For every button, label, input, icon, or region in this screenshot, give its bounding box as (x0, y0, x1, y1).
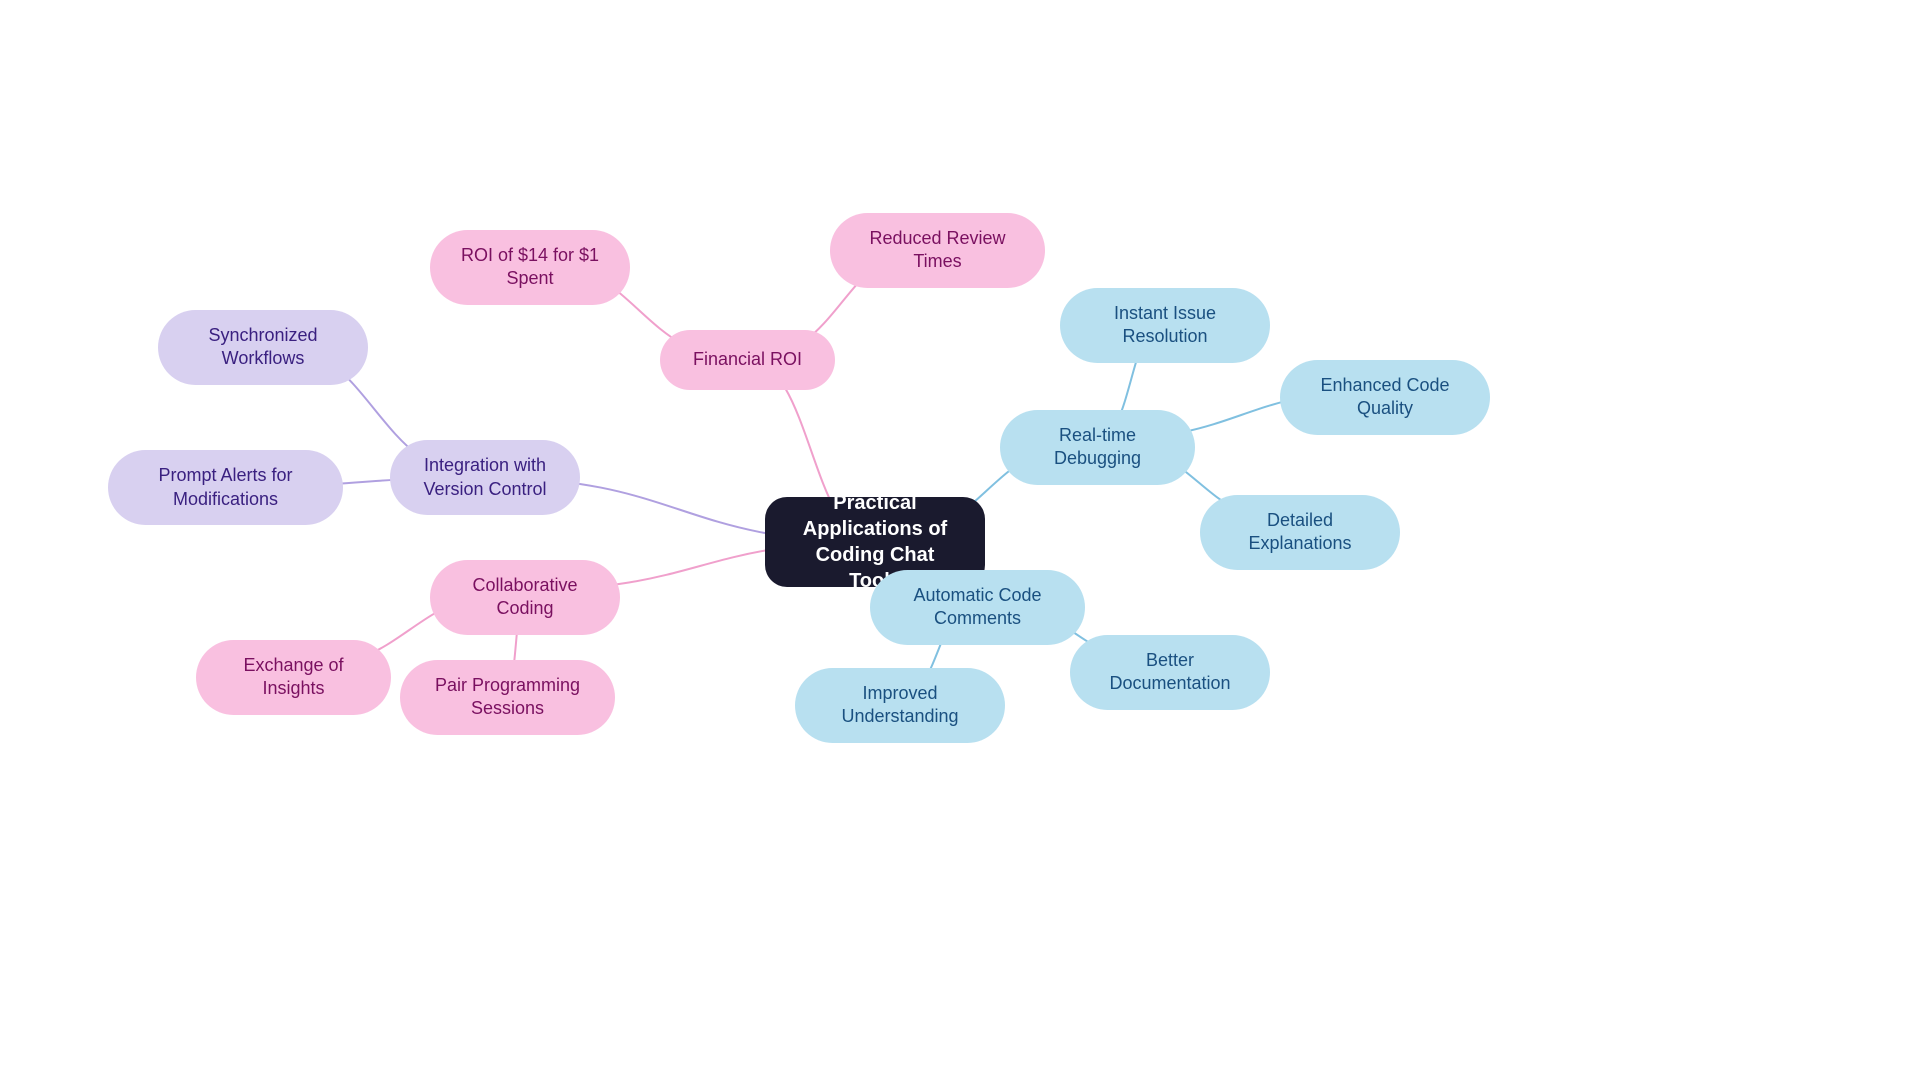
mindmap-container: Practical Applications of Coding Chat To… (0, 0, 1920, 1083)
node-prompt-alerts: Prompt Alerts for Modifications (108, 450, 343, 525)
node-detailed-explanations: Detailed Explanations (1200, 495, 1400, 570)
node-better-documentation: Better Documentation (1070, 635, 1270, 710)
node-collaborative-coding: Collaborative Coding (430, 560, 620, 635)
node-improved-understanding: Improved Understanding (795, 668, 1005, 743)
node-pair-programming: Pair Programming Sessions (400, 660, 615, 735)
node-roi-14: ROI of $14 for $1 Spent (430, 230, 630, 305)
node-reduced-review: Reduced Review Times (830, 213, 1045, 288)
node-integration-vc: Integration with Version Control (390, 440, 580, 515)
node-instant-issue: Instant Issue Resolution (1060, 288, 1270, 363)
node-automatic-comments: Automatic Code Comments (870, 570, 1085, 645)
node-enhanced-quality: Enhanced Code Quality (1280, 360, 1490, 435)
node-financial-roi: Financial ROI (660, 330, 835, 390)
node-realtime-debugging: Real-time Debugging (1000, 410, 1195, 485)
node-exchange-insights: Exchange of Insights (196, 640, 391, 715)
node-sync-workflows: Synchronized Workflows (158, 310, 368, 385)
